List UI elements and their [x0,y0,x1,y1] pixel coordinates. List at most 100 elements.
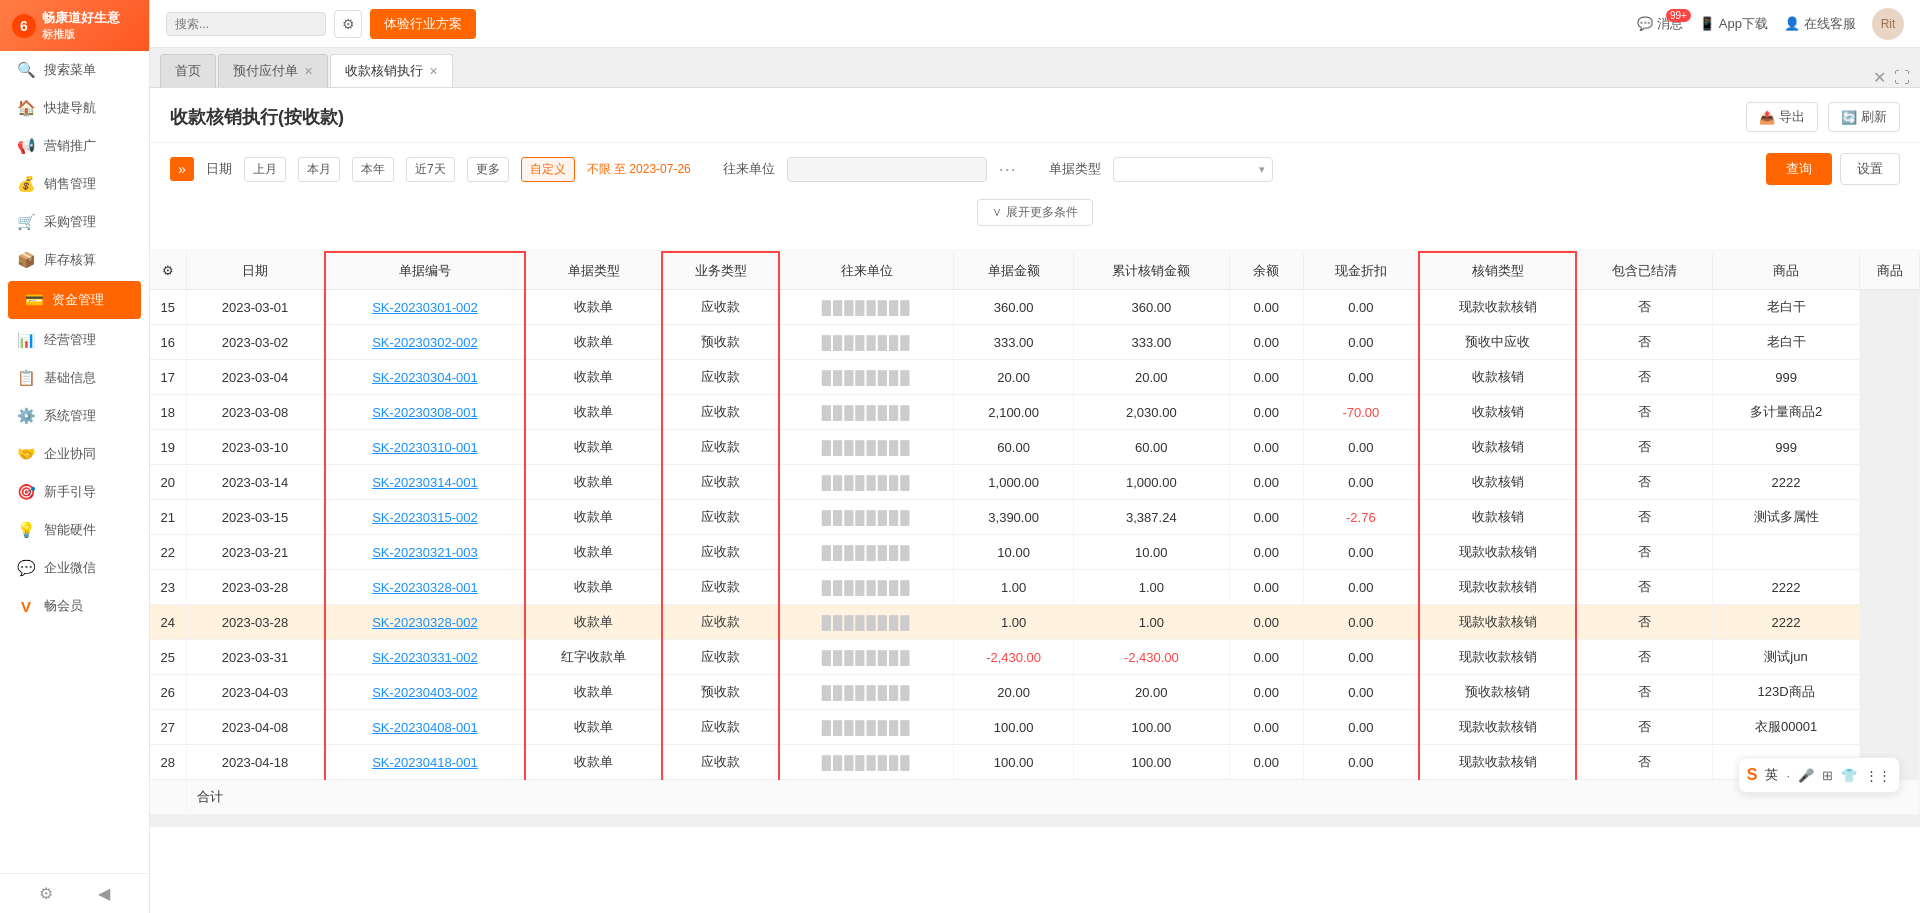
export-button[interactable]: 📤 导出 [1746,102,1818,132]
sidebar-item-hardware[interactable]: 💡 智能硬件 [0,511,149,549]
date-btn-more[interactable]: 更多 [467,157,509,182]
sn-link[interactable]: SK-20230310-001 [372,440,478,455]
sn-link[interactable]: SK-20230321-003 [372,545,478,560]
date-custom-btn[interactable]: 自定义 [521,157,575,182]
th-hx-type: 核销类型 [1419,252,1576,290]
user-avatar[interactable]: Rit [1872,8,1904,40]
sidebar-item-operations[interactable]: 📊 经营管理 [0,321,149,359]
cell-goods2 [1860,465,1920,500]
refresh-button[interactable]: 🔄 刷新 [1828,102,1900,132]
cell-accum-hx: 20.00 [1073,675,1229,710]
sidebar-item-sales[interactable]: 💰 销售管理 [0,165,149,203]
cell-goods: 123D商品 [1713,675,1860,710]
sn-link[interactable]: SK-20230403-002 [372,685,478,700]
sidebar-item-inventory[interactable]: 📦 库存核算 [0,241,149,279]
expand-more-btn[interactable]: ∨ 展开更多条件 [977,199,1092,226]
online-support-btn[interactable]: 👤 在线客服 [1784,15,1856,33]
sidebar-item-member[interactable]: V 畅会员 [0,587,149,625]
sidebar-item-purchase[interactable]: 🛒 采购管理 [0,203,149,241]
app-download-btn[interactable]: 📱 App下载 [1699,15,1768,33]
search-icon: 🔍 [16,61,36,79]
settings-gear-icon[interactable]: ⚙ [39,884,53,903]
breadcrumb-input[interactable] [166,12,326,36]
receipt-type-select[interactable] [1113,157,1273,182]
cell-sn[interactable]: SK-20230310-001 [325,430,526,465]
filter-toggle-button[interactable]: » [170,157,194,181]
cell-sn[interactable]: SK-20230408-001 [325,710,526,745]
sidebar-item-marketing[interactable]: 📢 营销推广 [0,127,149,165]
collapse-icon[interactable]: ◀ [98,884,110,903]
sn-link[interactable]: SK-20230308-001 [372,405,478,420]
tab-home[interactable]: 首页 [160,54,216,87]
cell-sn[interactable]: SK-20230328-001 [325,570,526,605]
cell-sn[interactable]: SK-20230315-002 [325,500,526,535]
sn-link[interactable]: SK-20230328-002 [372,615,478,630]
sn-link[interactable]: SK-20230315-002 [372,510,478,525]
industry-btn[interactable]: 体验行业方案 [370,9,476,39]
cell-include-settled: 否 [1576,570,1712,605]
tab-maximize-icon[interactable]: ⛶ [1894,69,1910,87]
cell-sn[interactable]: SK-20230302-002 [325,325,526,360]
cell-no: 18 [150,395,186,430]
table-scrollbar[interactable] [150,815,1920,827]
cell-goods2 [1860,360,1920,395]
tab-receipt[interactable]: 收款核销执行 ✕ [330,54,453,87]
partner-input[interactable] [787,157,987,182]
cell-accum-hx: 20.00 [1073,360,1229,395]
sidebar-item-guide[interactable]: 🎯 新手引导 [0,473,149,511]
date-btn-this-month[interactable]: 本月 [298,157,340,182]
sidebar-item-search[interactable]: 🔍 搜索菜单 [0,51,149,89]
sn-link[interactable]: SK-20230301-002 [372,300,478,315]
sn-link[interactable]: SK-20230408-001 [372,720,478,735]
table-row: 16 2023-03-02 SK-20230302-002 收款单 预收款 ██… [150,325,1920,360]
cell-sn[interactable]: SK-20230308-001 [325,395,526,430]
cell-sn[interactable]: SK-20230301-002 [325,290,526,325]
th-sn: 单据编号 [325,252,526,290]
sidebar-item-system[interactable]: ⚙️ 系统管理 [0,397,149,435]
sidebar-item-quicknav[interactable]: 🏠 快捷导航 [0,89,149,127]
cell-sn[interactable]: SK-20230331-002 [325,640,526,675]
tab-prepay-close[interactable]: ✕ [304,65,313,78]
cell-hx-type: 现款收款核销 [1419,640,1576,675]
cell-no: 27 [150,710,186,745]
cell-balance: 0.00 [1229,325,1303,360]
sn-link[interactable]: SK-20230304-001 [372,370,478,385]
sn-link[interactable]: SK-20230302-002 [372,335,478,350]
sn-link[interactable]: SK-20230314-001 [372,475,478,490]
cell-amount: 360.00 [954,290,1074,325]
table-row: 21 2023-03-15 SK-20230315-002 收款单 应收款 ██… [150,500,1920,535]
cell-bill-type: 收款单 [525,605,662,640]
table-row: 28 2023-04-18 SK-20230418-001 收款单 应收款 ██… [150,745,1920,780]
tab-receipt-label: 收款核销执行 [345,62,423,80]
cell-amount: 20.00 [954,360,1074,395]
cell-sn[interactable]: SK-20230321-003 [325,535,526,570]
cell-include-settled: 否 [1576,325,1712,360]
tab-prepay[interactable]: 预付应付单 ✕ [218,54,328,87]
cell-goods2 [1860,675,1920,710]
tab-receipt-close[interactable]: ✕ [429,65,438,78]
sidebar-item-basic[interactable]: 📋 基础信息 [0,359,149,397]
sn-link[interactable]: SK-20230328-001 [372,580,478,595]
sn-link[interactable]: SK-20230331-002 [372,650,478,665]
messages-btn[interactable]: 💬 消息 99+ [1637,15,1683,33]
sidebar-item-enterprise[interactable]: 🤝 企业协同 [0,435,149,473]
cell-sn[interactable]: SK-20230314-001 [325,465,526,500]
cell-sn[interactable]: SK-20230403-002 [325,675,526,710]
query-button[interactable]: 查询 [1766,153,1832,185]
date-btn-this-year[interactable]: 本年 [352,157,394,182]
tab-close-all-icon[interactable]: ✕ [1873,68,1886,87]
topbar-gear-button[interactable]: ⚙ [334,10,362,38]
sidebar-item-finance[interactable]: 💳 资金管理 [8,281,141,319]
sn-link[interactable]: SK-20230418-001 [372,755,478,770]
cell-sn[interactable]: SK-20230328-002 [325,605,526,640]
date-btn-7days[interactable]: 近7天 [406,157,455,182]
date-btn-last-month[interactable]: 上月 [244,157,286,182]
sidebar-item-wechat[interactable]: 💬 企业微信 [0,549,149,587]
cell-amount: -2,430.00 [954,640,1074,675]
sidebar-footer: ⚙ ◀ [0,873,149,913]
filter-settings-button[interactable]: 设置 [1840,153,1900,185]
cell-goods: 衣服00001 [1713,710,1860,745]
cell-sn[interactable]: SK-20230304-001 [325,360,526,395]
cell-amount: 333.00 [954,325,1074,360]
cell-sn[interactable]: SK-20230418-001 [325,745,526,780]
